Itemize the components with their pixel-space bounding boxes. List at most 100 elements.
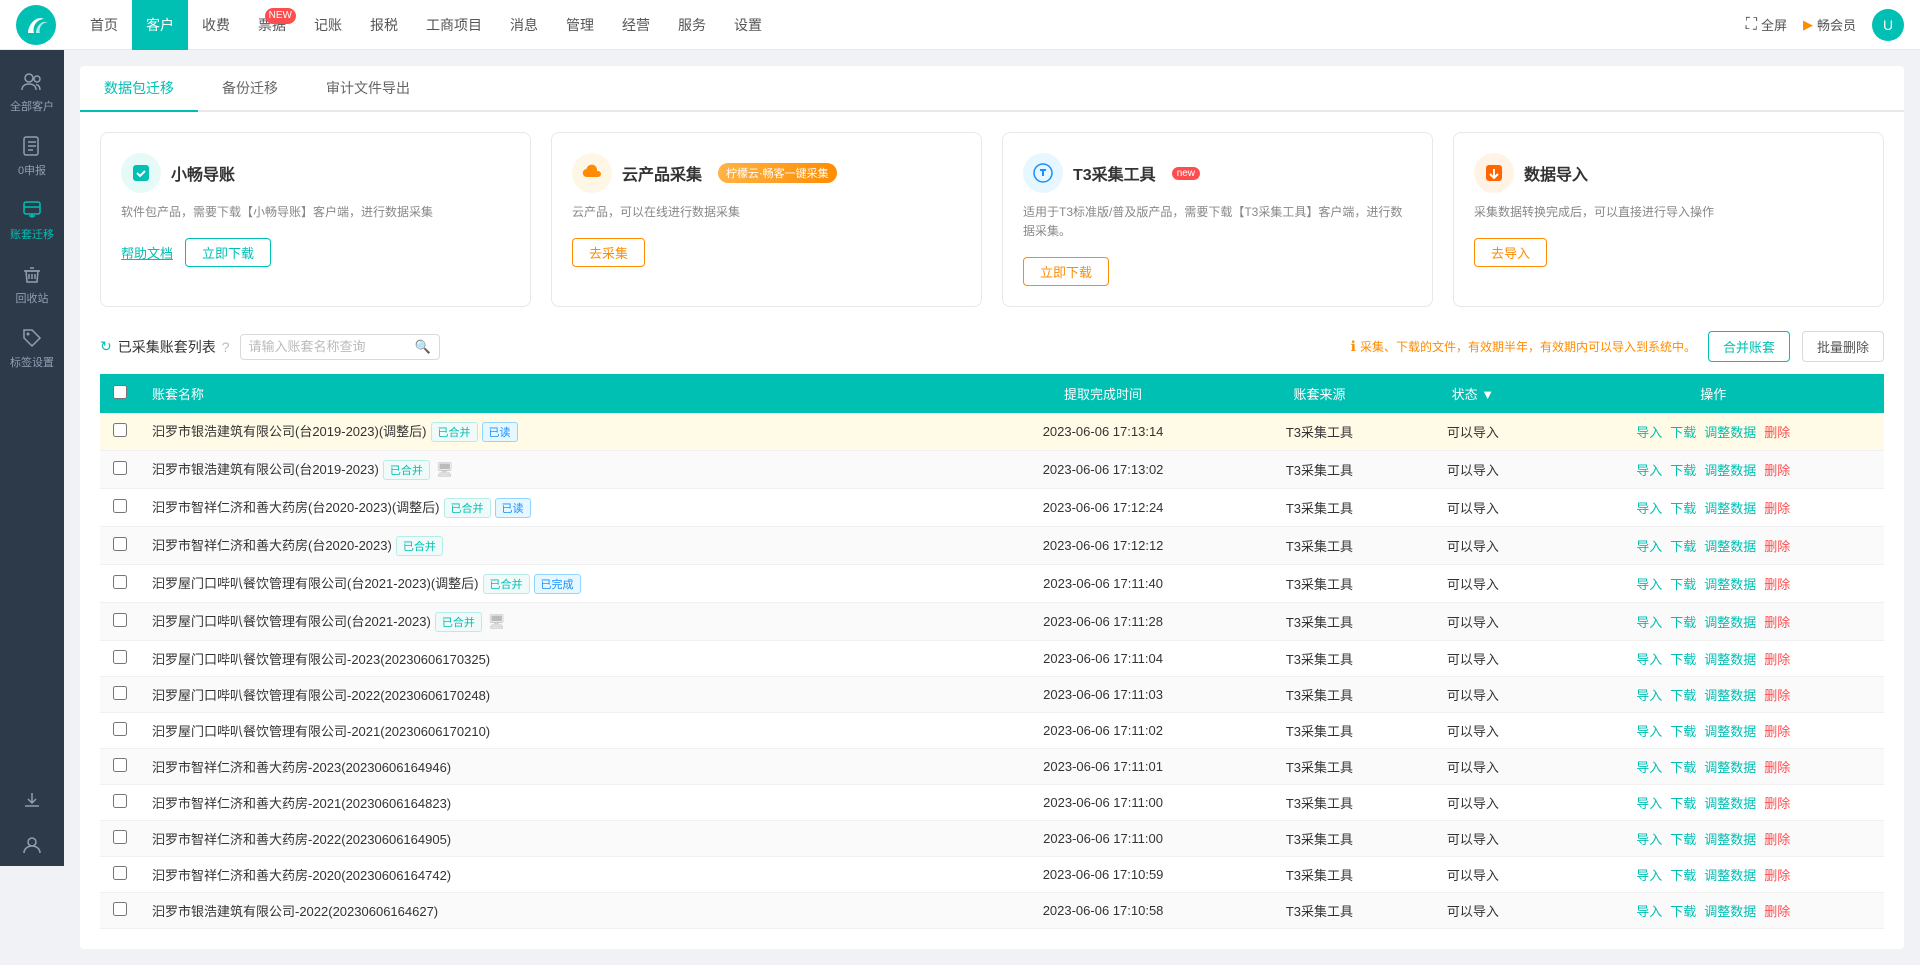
nav-operation[interactable]: 经营 bbox=[608, 0, 664, 50]
action-btn-调整数据[interactable]: 调整数据 bbox=[1704, 796, 1756, 811]
action-btn-导入[interactable]: 导入 bbox=[1636, 463, 1662, 478]
action-btn-下载[interactable]: 下载 bbox=[1670, 539, 1696, 554]
sidebar-item-recycle[interactable]: 回收站 bbox=[0, 252, 64, 316]
action-btn-删除[interactable]: 删除 bbox=[1764, 615, 1790, 630]
row-checkbox[interactable] bbox=[113, 423, 127, 437]
action-btn-下载[interactable]: 下载 bbox=[1670, 688, 1696, 703]
action-btn-删除[interactable]: 删除 bbox=[1764, 868, 1790, 883]
sidebar-item-user-settings[interactable] bbox=[0, 822, 64, 866]
action-btn-调整数据[interactable]: 调整数据 bbox=[1704, 688, 1756, 703]
action-btn-下载[interactable]: 下载 bbox=[1670, 615, 1696, 630]
action-btn-下载[interactable]: 下载 bbox=[1670, 463, 1696, 478]
select-all-checkbox[interactable] bbox=[113, 385, 127, 399]
row-checkbox[interactable] bbox=[113, 722, 127, 736]
batch-delete-btn[interactable]: 批量删除 bbox=[1802, 331, 1884, 362]
row-checkbox[interactable] bbox=[113, 613, 127, 627]
action-btn-删除[interactable]: 删除 bbox=[1764, 501, 1790, 516]
xiaochang-download-btn[interactable]: 立即下载 bbox=[185, 238, 271, 267]
action-btn-删除[interactable]: 删除 bbox=[1764, 724, 1790, 739]
refresh-icon[interactable]: ↻ bbox=[100, 338, 112, 355]
data-import-btn[interactable]: 去导入 bbox=[1474, 238, 1547, 267]
action-btn-下载[interactable]: 下载 bbox=[1670, 652, 1696, 667]
action-btn-删除[interactable]: 删除 bbox=[1764, 652, 1790, 667]
action-btn-调整数据[interactable]: 调整数据 bbox=[1704, 760, 1756, 775]
action-btn-删除[interactable]: 删除 bbox=[1764, 463, 1790, 478]
row-checkbox[interactable] bbox=[113, 537, 127, 551]
search-icon[interactable]: 🔍 bbox=[415, 339, 431, 355]
action-btn-下载[interactable]: 下载 bbox=[1670, 724, 1696, 739]
action-btn-调整数据[interactable]: 调整数据 bbox=[1704, 724, 1756, 739]
row-checkbox[interactable] bbox=[113, 461, 127, 475]
app-logo[interactable] bbox=[16, 5, 56, 45]
row-checkbox[interactable] bbox=[113, 499, 127, 513]
tab-data-migration[interactable]: 数据包迁移 bbox=[80, 66, 198, 112]
row-checkbox[interactable] bbox=[113, 866, 127, 880]
cloud-collect-btn[interactable]: 去采集 bbox=[572, 238, 645, 267]
nav-bookkeeping[interactable]: 记账 bbox=[300, 0, 356, 50]
row-checkbox[interactable] bbox=[113, 758, 127, 772]
action-btn-调整数据[interactable]: 调整数据 bbox=[1704, 832, 1756, 847]
row-checkbox[interactable] bbox=[113, 794, 127, 808]
action-btn-删除[interactable]: 删除 bbox=[1764, 577, 1790, 592]
nav-invoice[interactable]: 票据 NEW bbox=[244, 0, 300, 50]
action-btn-下载[interactable]: 下载 bbox=[1670, 904, 1696, 919]
action-btn-导入[interactable]: 导入 bbox=[1636, 724, 1662, 739]
fullscreen-btn[interactable]: ⛶ 全屏 bbox=[1746, 15, 1787, 34]
action-btn-调整数据[interactable]: 调整数据 bbox=[1704, 577, 1756, 592]
action-btn-调整数据[interactable]: 调整数据 bbox=[1704, 501, 1756, 516]
nav-settings[interactable]: 设置 bbox=[720, 0, 776, 50]
action-btn-调整数据[interactable]: 调整数据 bbox=[1704, 539, 1756, 554]
action-btn-下载[interactable]: 下载 bbox=[1670, 577, 1696, 592]
action-btn-下载[interactable]: 下载 bbox=[1670, 760, 1696, 775]
action-btn-导入[interactable]: 导入 bbox=[1636, 904, 1662, 919]
action-btn-导入[interactable]: 导入 bbox=[1636, 501, 1662, 516]
sidebar-item-account-migration[interactable]: 账套迁移 bbox=[0, 188, 64, 252]
row-checkbox[interactable] bbox=[113, 686, 127, 700]
nav-customer[interactable]: 客户 bbox=[132, 0, 188, 50]
nav-manage[interactable]: 管理 bbox=[552, 0, 608, 50]
nav-home[interactable]: 首页 bbox=[76, 0, 132, 50]
sidebar-item-zero-report[interactable]: 0申报 bbox=[0, 124, 64, 188]
action-btn-调整数据[interactable]: 调整数据 bbox=[1704, 425, 1756, 440]
action-btn-删除[interactable]: 删除 bbox=[1764, 796, 1790, 811]
xiaochang-help-link[interactable]: 帮助文档 bbox=[121, 243, 173, 262]
action-btn-导入[interactable]: 导入 bbox=[1636, 577, 1662, 592]
action-btn-导入[interactable]: 导入 bbox=[1636, 760, 1662, 775]
row-checkbox[interactable] bbox=[113, 575, 127, 589]
row-checkbox[interactable] bbox=[113, 902, 127, 916]
action-btn-调整数据[interactable]: 调整数据 bbox=[1704, 615, 1756, 630]
action-btn-调整数据[interactable]: 调整数据 bbox=[1704, 904, 1756, 919]
action-btn-删除[interactable]: 删除 bbox=[1764, 425, 1790, 440]
tab-backup-migration[interactable]: 备份迁移 bbox=[198, 66, 302, 112]
action-btn-调整数据[interactable]: 调整数据 bbox=[1704, 868, 1756, 883]
merge-account-btn[interactable]: 合并账套 bbox=[1708, 331, 1790, 362]
action-btn-下载[interactable]: 下载 bbox=[1670, 796, 1696, 811]
tab-audit-export[interactable]: 审计文件导出 bbox=[302, 66, 434, 112]
nav-business[interactable]: 工商项目 bbox=[412, 0, 496, 50]
action-btn-调整数据[interactable]: 调整数据 bbox=[1704, 652, 1756, 667]
sidebar-item-download[interactable] bbox=[0, 778, 64, 822]
action-btn-导入[interactable]: 导入 bbox=[1636, 425, 1662, 440]
list-help-icon[interactable]: ? bbox=[222, 339, 230, 355]
row-checkbox[interactable] bbox=[113, 650, 127, 664]
action-btn-导入[interactable]: 导入 bbox=[1636, 832, 1662, 847]
action-btn-导入[interactable]: 导入 bbox=[1636, 796, 1662, 811]
action-btn-导入[interactable]: 导入 bbox=[1636, 868, 1662, 883]
action-btn-删除[interactable]: 删除 bbox=[1764, 760, 1790, 775]
action-btn-下载[interactable]: 下载 bbox=[1670, 501, 1696, 516]
nav-service[interactable]: 服务 bbox=[664, 0, 720, 50]
action-btn-下载[interactable]: 下载 bbox=[1670, 425, 1696, 440]
action-btn-调整数据[interactable]: 调整数据 bbox=[1704, 463, 1756, 478]
t3-download-btn[interactable]: 立即下载 bbox=[1023, 257, 1109, 286]
row-checkbox[interactable] bbox=[113, 830, 127, 844]
action-btn-导入[interactable]: 导入 bbox=[1636, 539, 1662, 554]
sidebar-item-tag-settings[interactable]: 标签设置 bbox=[0, 316, 64, 380]
nav-billing[interactable]: 收费 bbox=[188, 0, 244, 50]
sidebar-item-all-customers[interactable]: 全部客户 bbox=[0, 60, 64, 124]
action-btn-下载[interactable]: 下载 bbox=[1670, 868, 1696, 883]
action-btn-删除[interactable]: 删除 bbox=[1764, 904, 1790, 919]
action-btn-导入[interactable]: 导入 bbox=[1636, 652, 1662, 667]
action-btn-删除[interactable]: 删除 bbox=[1764, 832, 1790, 847]
vip-btn[interactable]: ▶ 畅会员 bbox=[1803, 15, 1856, 34]
action-btn-删除[interactable]: 删除 bbox=[1764, 688, 1790, 703]
